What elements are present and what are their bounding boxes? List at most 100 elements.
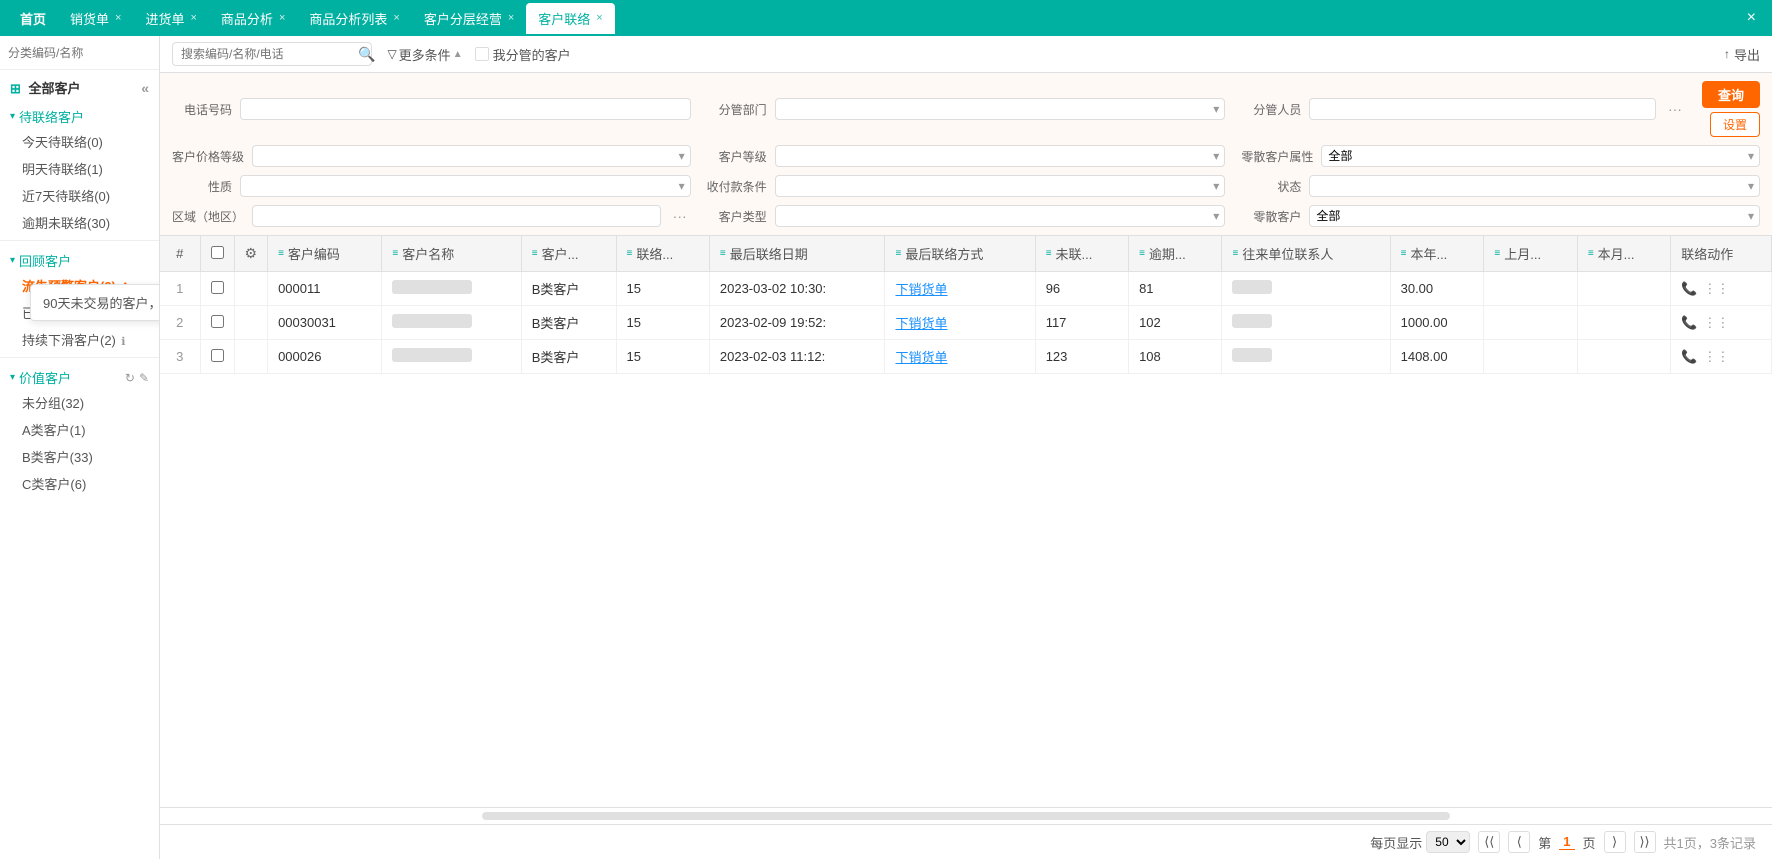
status-select[interactable] [1309, 175, 1760, 197]
th-gear[interactable]: ⚙ [234, 236, 268, 272]
tab-purchase[interactable]: 进货单 × [133, 3, 208, 34]
th-customer-code[interactable]: ≡ 客户编码 [268, 236, 382, 272]
next-page-btn[interactable]: ⟩ [1604, 831, 1626, 853]
sidebar-group-lost[interactable]: ▾ 回顾客户 [0, 245, 159, 272]
person-ellipsis[interactable]: ··· [1664, 99, 1686, 119]
sidebar-item-class-a[interactable]: A类客户(1) [0, 416, 159, 443]
nature-label: 性质 [172, 178, 232, 195]
sidebar-item-class-c[interactable]: C类客户(6) [0, 470, 159, 497]
cell-action[interactable]: 📞 ⋮⋮ [1671, 306, 1772, 340]
cell-code: 000011 [268, 272, 382, 306]
th-last-contact-date[interactable]: ≡ 最后联络日期 [709, 236, 885, 272]
action-phone-icon[interactable]: 📞 [1681, 315, 1697, 331]
dept-select[interactable] [775, 98, 1226, 120]
first-page-btn[interactable]: ⟨⟨ [1478, 831, 1500, 853]
cell-checkbox[interactable] [200, 272, 234, 306]
sidebar-group-value[interactable]: ▾ 价值客户 ↻ ✎ [0, 362, 159, 389]
sidebar-item-ungrouped[interactable]: 未分组(32) [0, 389, 159, 416]
sidebar-collapse-btn[interactable]: « [141, 80, 149, 96]
customer-grade-select[interactable] [775, 145, 1226, 167]
tab-sales[interactable]: 销货单 × [58, 3, 133, 34]
zero-retail-select[interactable]: 全部 [1309, 205, 1760, 227]
person-input[interactable] [1309, 98, 1656, 120]
tab-goods-analysis-close[interactable]: × [279, 12, 285, 24]
th-not-contacted[interactable]: ≡ 未联... [1035, 236, 1128, 272]
sidebar-item-week[interactable]: 近7天待联络(0) [0, 182, 159, 209]
sidebar-item-overdue[interactable]: 逾期未联络(30) [0, 209, 159, 236]
th-unit-contact[interactable]: ≡ 往来单位联系人 [1222, 236, 1390, 272]
th-last-contact-method[interactable]: ≡ 最后联络方式 [885, 236, 1035, 272]
per-page-select[interactable]: 50 [1426, 831, 1470, 853]
sidebar-group-pending[interactable]: ▾ 待联络客户 [0, 101, 159, 128]
cell-checkbox[interactable] [200, 306, 234, 340]
value-group-refresh-icon[interactable]: ↻ [125, 371, 135, 385]
action-more-icon[interactable]: ⋮⋮ [1703, 349, 1729, 365]
tab-customer-tier-close[interactable]: × [508, 12, 514, 24]
query-button[interactable]: 查询 [1702, 81, 1760, 108]
row-checkbox[interactable] [211, 281, 224, 294]
settings-button[interactable]: 设置 [1710, 112, 1760, 137]
th-last-month[interactable]: ≡ 上月... [1484, 236, 1577, 272]
select-all-checkbox[interactable] [211, 246, 224, 259]
tab-goods-analysis-list[interactable]: 商品分析列表 × [297, 3, 411, 34]
tab-home[interactable]: 首页 [8, 3, 58, 34]
th-customer-type[interactable]: ≡ 客户... [521, 236, 616, 272]
sidebar-item-declining[interactable]: 持续下滑客户(2) ℹ [0, 326, 159, 353]
cell-last-date: 2023-02-09 19:52: [709, 306, 885, 340]
row-checkbox[interactable] [211, 349, 224, 362]
th-checkbox[interactable] [200, 236, 234, 272]
th-contact-sort-icon: ≡ [627, 248, 633, 259]
tab-customer-contact[interactable]: 客户联络 × [526, 3, 614, 34]
th-this-year[interactable]: ≡ 本年... [1390, 236, 1484, 272]
cell-last-method[interactable]: 下销货单 [885, 306, 1035, 340]
nature-select[interactable] [240, 175, 691, 197]
sidebar-item-tomorrow[interactable]: 明天待联络(1) [0, 155, 159, 182]
action-more-icon[interactable]: ⋮⋮ [1703, 315, 1729, 331]
cell-last-method[interactable]: 下销货单 [885, 340, 1035, 374]
action-phone-icon[interactable]: 📞 [1681, 349, 1697, 365]
value-group-edit-icon[interactable]: ✎ [139, 371, 149, 385]
th-this-month[interactable]: ≡ 本月... [1577, 236, 1670, 272]
horizontal-scrollbar[interactable] [482, 812, 1449, 820]
first-page-icon: ⟨⟨ [1484, 834, 1494, 850]
cell-action[interactable]: 📞 ⋮⋮ [1671, 272, 1772, 306]
zero-attr-select[interactable]: 全部 [1321, 145, 1760, 167]
cell-last-method[interactable]: 下销货单 [885, 272, 1035, 306]
window-close-button[interactable]: × [1739, 5, 1764, 31]
cell-checkbox[interactable] [200, 340, 234, 374]
tab-customer-tier[interactable]: 客户分层经营 × [412, 3, 526, 34]
tab-goods-analysis[interactable]: 商品分析 × [209, 3, 297, 34]
tab-goods-analysis-list-close[interactable]: × [393, 12, 399, 24]
tab-customer-contact-close[interactable]: × [596, 12, 602, 24]
action-more-icon[interactable]: ⋮⋮ [1703, 281, 1729, 297]
search-input[interactable] [172, 42, 372, 66]
export-btn[interactable]: ↑ 导出 [1724, 45, 1760, 64]
th-customer-name[interactable]: ≡ 客户名称 [382, 236, 521, 272]
table-gear-icon[interactable]: ⚙ [245, 245, 258, 261]
th-not-contacted-sort-icon: ≡ [1046, 248, 1052, 259]
customer-type-select[interactable] [775, 205, 1226, 227]
tab-purchase-close[interactable]: × [190, 12, 196, 24]
more-conditions-btn[interactable]: ▽ 更多条件 ▲ [387, 45, 462, 64]
price-grade-select[interactable] [252, 145, 691, 167]
area-ellipsis[interactable]: ··· [669, 206, 691, 226]
payment-select[interactable] [775, 175, 1226, 197]
search-icon[interactable]: 🔍 [358, 46, 375, 63]
phone-input[interactable] [240, 98, 691, 120]
action-phone-icon[interactable]: 📞 [1681, 281, 1697, 297]
zero-retail-select-wrapper: 全部 [1309, 205, 1760, 227]
tab-sales-close[interactable]: × [115, 12, 121, 24]
cell-action[interactable]: 📞 ⋮⋮ [1671, 340, 1772, 374]
last-page-btn[interactable]: ⟩⟩ [1634, 831, 1656, 853]
prev-page-btn[interactable]: ⟨ [1508, 831, 1530, 853]
sidebar-item-today[interactable]: 今天待联络(0) [0, 128, 159, 155]
row-checkbox[interactable] [211, 315, 224, 328]
sidebar-item-class-b[interactable]: B类客户(33) [0, 443, 159, 470]
filter-toolbar: 🔍 ▽ 更多条件 ▲ 我分管的客户 ↑ 导出 [160, 36, 1772, 73]
th-contact[interactable]: ≡ 联络... [616, 236, 709, 272]
my-customers-checkbox[interactable] [475, 47, 489, 61]
area-input[interactable] [252, 205, 661, 227]
my-customers-toggle[interactable]: 我分管的客户 [475, 45, 571, 64]
sidebar-search-input[interactable] [8, 46, 160, 60]
th-overdue[interactable]: ≡ 逾期... [1129, 236, 1222, 272]
